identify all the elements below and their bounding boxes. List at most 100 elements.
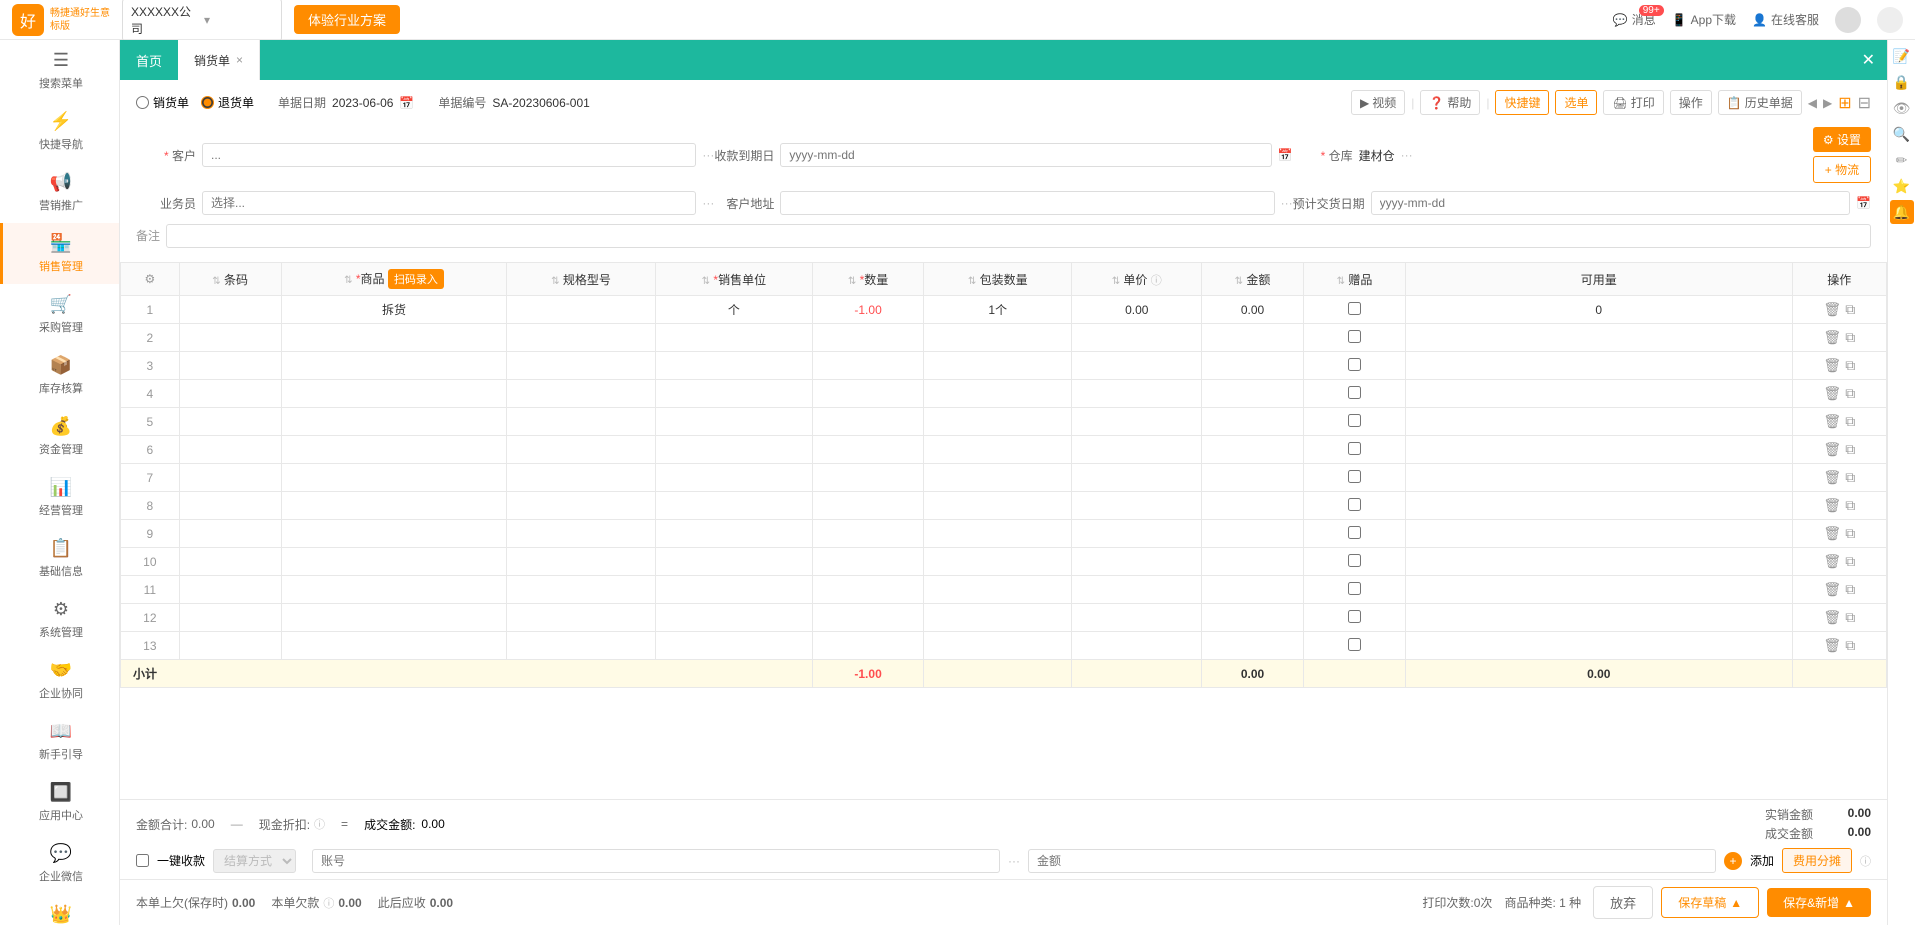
cell-spec[interactable] <box>507 464 655 492</box>
cell-barcode[interactable] <box>179 436 281 464</box>
customer-addr-input[interactable] <box>780 191 1274 215</box>
fee-info-icon[interactable]: ⓘ <box>1860 853 1871 869</box>
cell-unit[interactable] <box>655 464 812 492</box>
cell-amount[interactable] <box>1202 408 1304 436</box>
fee-split-btn[interactable]: 费用分摊 <box>1782 848 1852 873</box>
cell-product[interactable] <box>281 352 507 380</box>
trial-button[interactable]: 体验行业方案 <box>294 5 400 34</box>
cell-price[interactable] <box>1072 548 1202 576</box>
cell-qty[interactable] <box>813 492 924 520</box>
cell-unit[interactable] <box>655 352 812 380</box>
cell-spec[interactable] <box>507 548 655 576</box>
sidebar-item-sales[interactable]: 🏪 销售管理 <box>0 223 119 284</box>
cell-gift[interactable] <box>1304 380 1406 408</box>
copy-row-icon[interactable]: ⧉ <box>1845 357 1855 374</box>
cell-price[interactable] <box>1072 408 1202 436</box>
settings-button[interactable]: ⚙ 设置 <box>1813 127 1871 152</box>
account-input[interactable] <box>312 849 1000 873</box>
cell-unit[interactable] <box>655 520 812 548</box>
cell-product[interactable] <box>281 548 507 576</box>
help-btn[interactable]: ❓ 帮助 <box>1420 90 1480 115</box>
tab-close-all[interactable]: ✕ <box>1862 50 1887 70</box>
cell-barcode[interactable] <box>179 464 281 492</box>
right-icon-star[interactable]: ⭐ <box>1890 174 1914 198</box>
cell-amount[interactable] <box>1202 576 1304 604</box>
copy-row-icon[interactable]: ⧉ <box>1845 581 1855 598</box>
gift-checkbox[interactable] <box>1348 610 1361 623</box>
cell-product[interactable] <box>281 632 507 660</box>
cell-qty[interactable] <box>813 324 924 352</box>
cell-amount[interactable] <box>1202 380 1304 408</box>
cell-product[interactable] <box>281 576 507 604</box>
cell-spec[interactable] <box>507 352 655 380</box>
cell-qty[interactable]: -1.00 <box>813 296 924 324</box>
cell-gift[interactable] <box>1304 324 1406 352</box>
gift-checkbox[interactable] <box>1348 526 1361 539</box>
cell-barcode[interactable] <box>179 408 281 436</box>
gift-checkbox[interactable] <box>1348 638 1361 651</box>
cell-spec[interactable] <box>507 520 655 548</box>
nav-prev-icon[interactable]: ◀ <box>1808 96 1817 110</box>
cell-gift[interactable] <box>1304 464 1406 492</box>
cell-price[interactable] <box>1072 492 1202 520</box>
gift-checkbox[interactable] <box>1348 442 1361 455</box>
sidebar-item-apps[interactable]: 🔲 应用中心 <box>0 772 119 833</box>
gift-checkbox[interactable] <box>1348 498 1361 511</box>
cell-qty[interactable] <box>813 380 924 408</box>
cell-pkg-qty[interactable] <box>924 380 1072 408</box>
delete-row-icon[interactable]: 🗑 <box>1823 581 1841 598</box>
gift-checkbox[interactable] <box>1348 302 1361 315</box>
copy-row-icon[interactable]: ⧉ <box>1845 469 1855 486</box>
sidebar-item-inventory[interactable]: 📦 库存核算 <box>0 345 119 406</box>
delete-row-icon[interactable]: 🗑 <box>1823 525 1841 542</box>
customer-more-icon[interactable]: ··· <box>702 148 714 162</box>
radio-sale-input[interactable] <box>136 96 149 109</box>
tab-home[interactable]: 首页 <box>120 40 178 80</box>
delete-row-icon[interactable]: 🗑 <box>1823 413 1841 430</box>
copy-row-icon[interactable]: ⧉ <box>1845 553 1855 570</box>
right-icon-view[interactable]: 👁 <box>1890 96 1914 120</box>
print-btn[interactable]: 🖨 打印 <box>1603 90 1663 115</box>
cell-spec[interactable] <box>507 380 655 408</box>
company-selector[interactable]: XXXXXX公司 ▾ <box>122 0 282 42</box>
cell-unit[interactable] <box>655 632 812 660</box>
cell-price[interactable] <box>1072 464 1202 492</box>
addr-more-icon[interactable]: ··· <box>1281 196 1293 210</box>
right-icon-alert[interactable]: 🔔 <box>1890 200 1914 224</box>
cell-gift[interactable] <box>1304 604 1406 632</box>
cell-pkg-qty[interactable] <box>924 436 1072 464</box>
cell-amount[interactable] <box>1202 632 1304 660</box>
cell-price[interactable] <box>1072 520 1202 548</box>
cell-price[interactable]: 0.00 <box>1072 296 1202 324</box>
cell-pkg-qty[interactable] <box>924 632 1072 660</box>
copy-row-icon[interactable]: ⧉ <box>1845 301 1855 318</box>
notes-input[interactable] <box>166 224 1871 248</box>
message-button[interactable]: 💬 消息 99+ <box>1613 11 1656 28</box>
cell-unit[interactable] <box>655 380 812 408</box>
cell-barcode[interactable] <box>179 548 281 576</box>
shortcut-btn[interactable]: 快捷键 <box>1495 90 1549 115</box>
cell-gift[interactable] <box>1304 436 1406 464</box>
delete-row-icon[interactable]: 🗑 <box>1823 609 1841 626</box>
cell-price[interactable] <box>1072 352 1202 380</box>
payment-amount-input[interactable] <box>1028 849 1716 873</box>
delete-row-icon[interactable]: 🗑 <box>1823 301 1841 318</box>
cell-spec[interactable] <box>507 324 655 352</box>
copy-row-icon[interactable]: ⧉ <box>1845 609 1855 626</box>
delete-row-icon[interactable]: 🗑 <box>1823 357 1841 374</box>
cell-product[interactable] <box>281 604 507 632</box>
delete-row-icon[interactable]: 🗑 <box>1823 553 1841 570</box>
sidebar-item-purchase[interactable]: 🛒 采购管理 <box>0 284 119 345</box>
date-picker-icon[interactable]: 📅 <box>399 96 414 110</box>
cell-amount[interactable] <box>1202 520 1304 548</box>
select-btn[interactable]: 选单 <box>1555 90 1597 115</box>
gift-checkbox[interactable] <box>1348 582 1361 595</box>
delete-row-icon[interactable]: 🗑 <box>1823 469 1841 486</box>
cell-spec[interactable] <box>507 408 655 436</box>
copy-row-icon[interactable]: ⧉ <box>1845 637 1855 654</box>
cell-barcode[interactable] <box>179 492 281 520</box>
payment-date-icon[interactable]: 📅 <box>1278 148 1293 162</box>
cell-barcode[interactable] <box>179 520 281 548</box>
radio-sale[interactable]: 销货单 <box>136 94 189 111</box>
cell-product[interactable] <box>281 324 507 352</box>
